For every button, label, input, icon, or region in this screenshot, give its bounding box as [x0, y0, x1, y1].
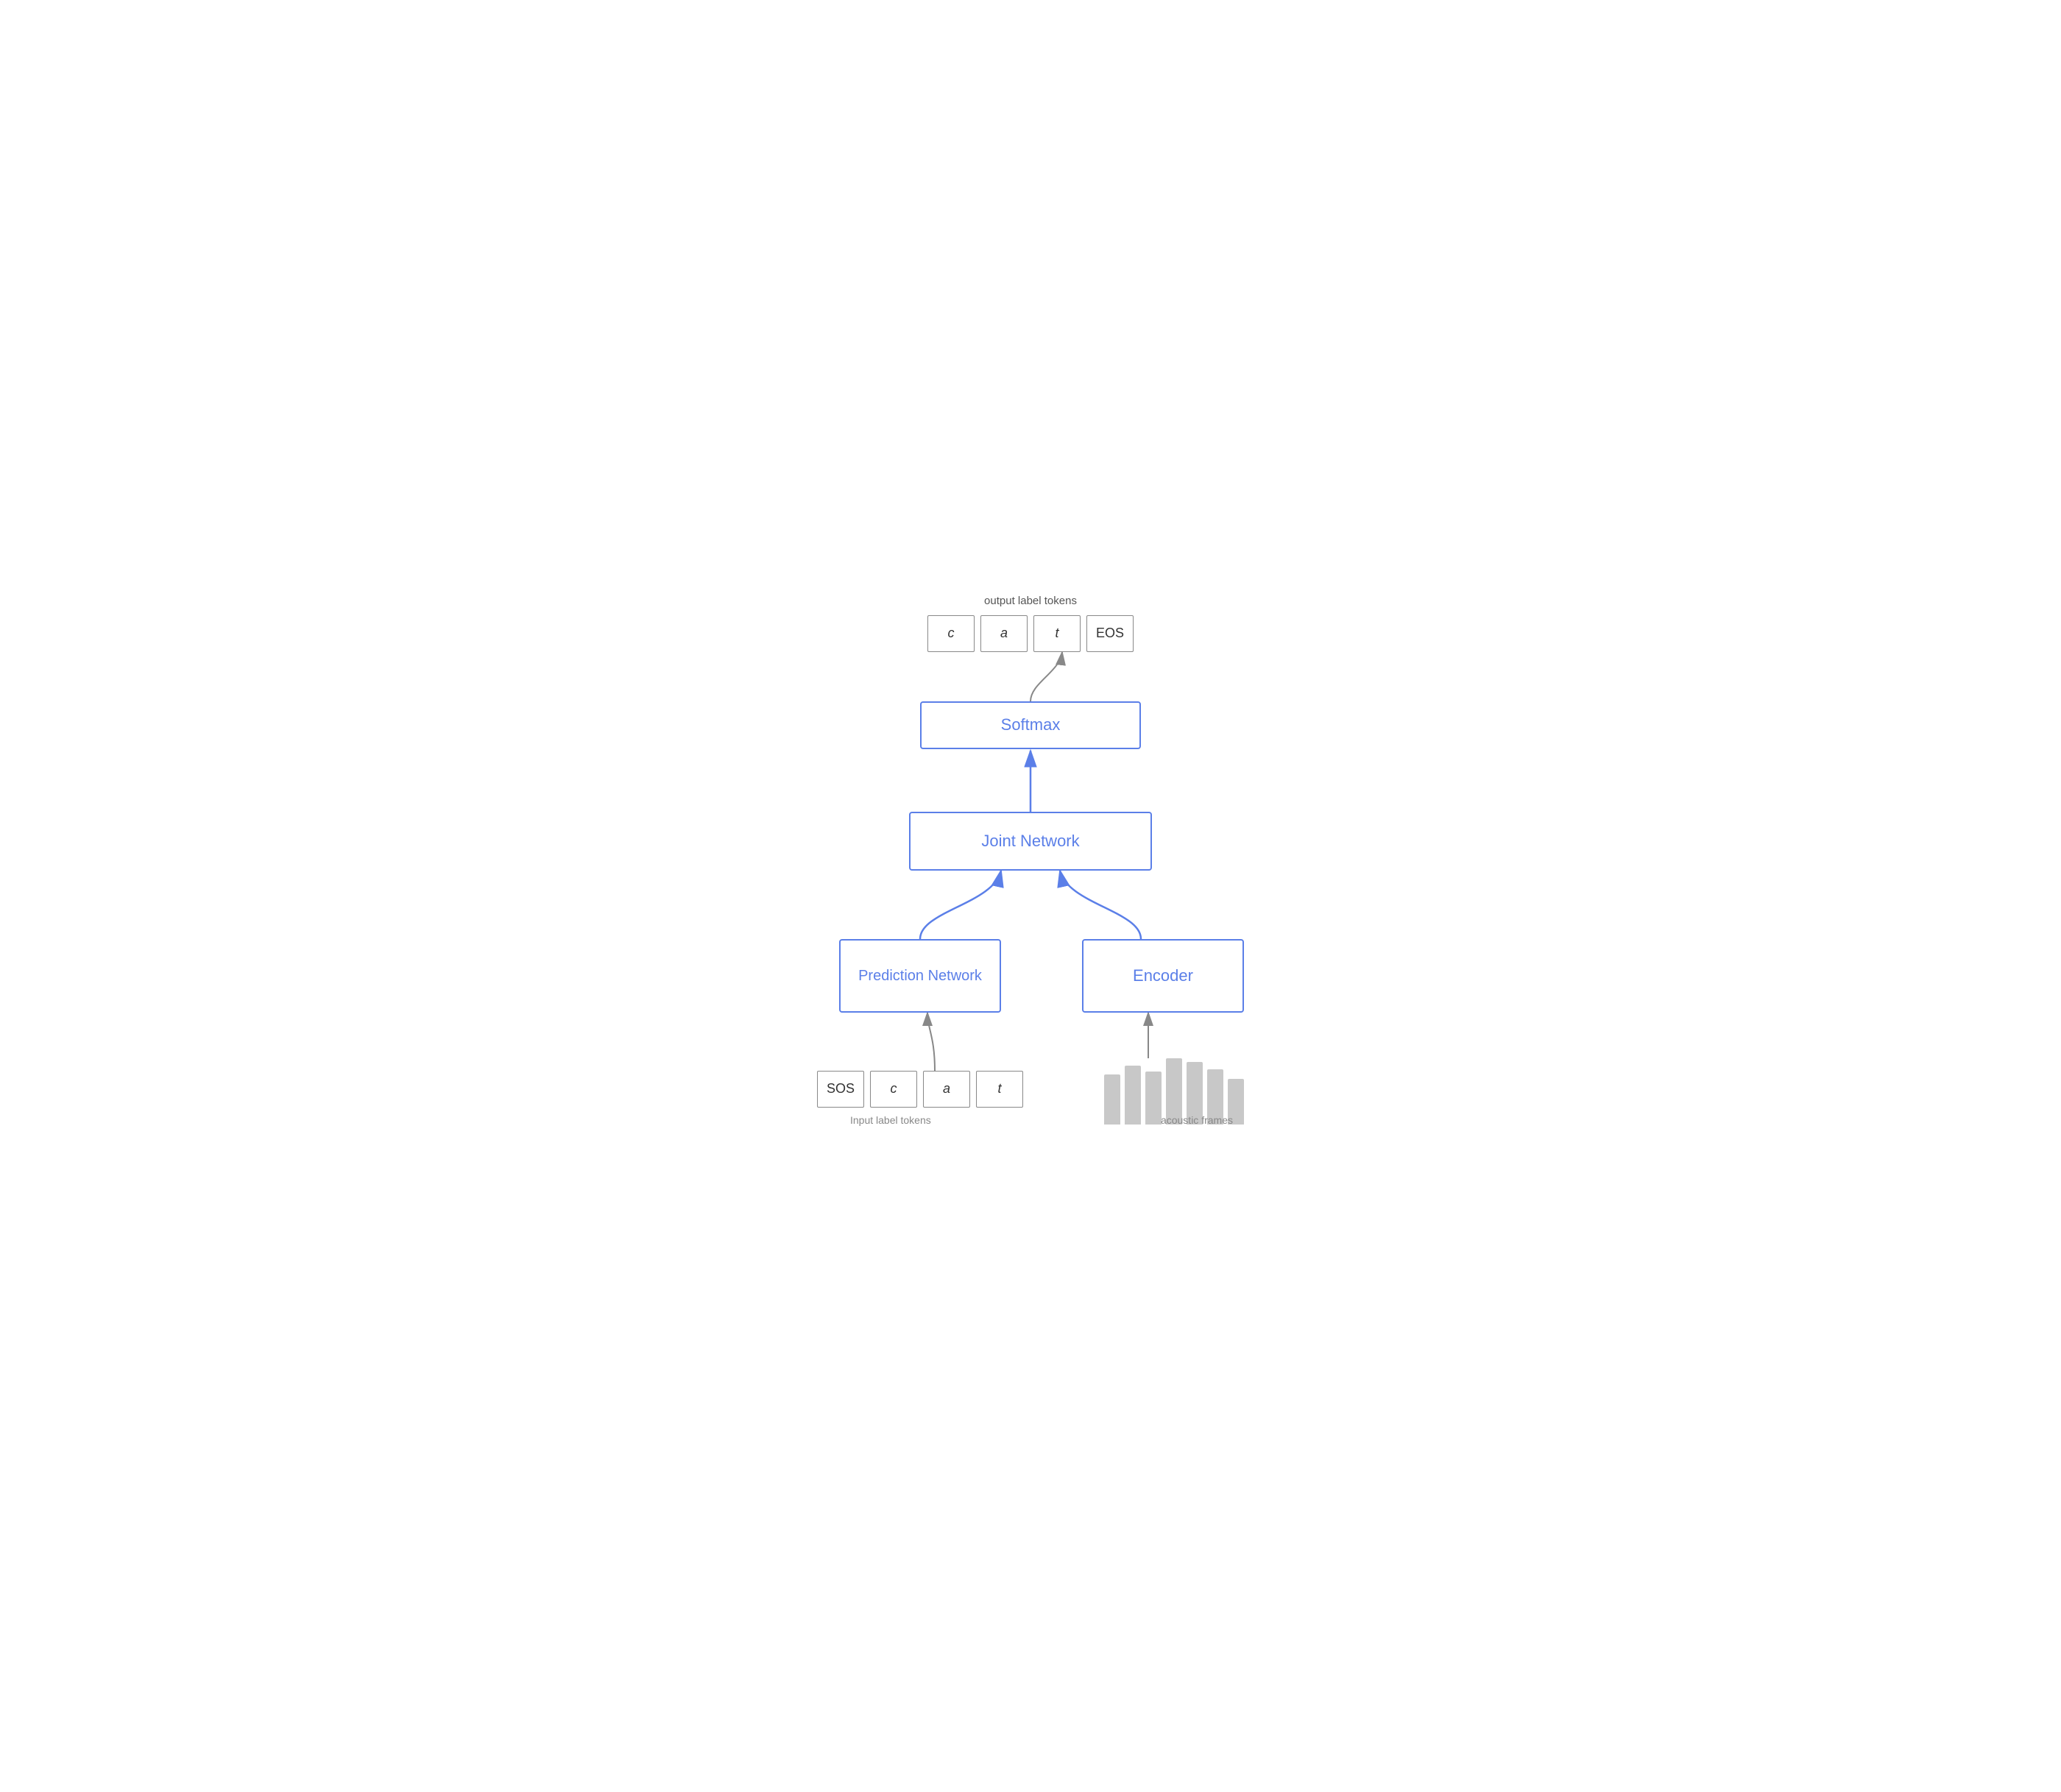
output-token-eos: EOS: [1086, 615, 1134, 652]
acoustic-label-text: acoustic frames: [1161, 1114, 1233, 1126]
input-token-a: a: [923, 1071, 970, 1108]
joint-network-box: Joint Network: [909, 812, 1152, 871]
acoustic-bar-2: [1125, 1066, 1141, 1125]
output-token-a: a: [980, 615, 1028, 652]
softmax-label: Softmax: [1001, 715, 1061, 734]
prediction-network-box: Prediction Network: [839, 939, 1001, 1013]
output-token-t: t: [1033, 615, 1081, 652]
encoder-box: Encoder: [1082, 939, 1244, 1013]
input-token-t: t: [976, 1071, 1023, 1108]
softmax-box: Softmax: [920, 701, 1141, 749]
input-token-c: c: [870, 1071, 917, 1108]
acoustic-bar-3: [1145, 1072, 1162, 1125]
output-label: output label tokens: [984, 595, 1077, 607]
input-tokens-row: SOS c a t: [817, 1071, 1023, 1108]
encoder-label: Encoder: [1133, 966, 1193, 985]
output-tokens-row: c a t EOS: [927, 615, 1134, 652]
input-label-text: Input label tokens: [850, 1114, 931, 1126]
acoustic-bar-1: [1104, 1074, 1120, 1125]
joint-network-label: Joint Network: [981, 832, 1079, 851]
input-token-sos: SOS: [817, 1071, 864, 1108]
prediction-network-label: Prediction Network: [858, 966, 982, 985]
diagram-container: output label tokens c a t EOS Softmax Jo…: [773, 595, 1288, 1198]
output-token-c: c: [927, 615, 975, 652]
